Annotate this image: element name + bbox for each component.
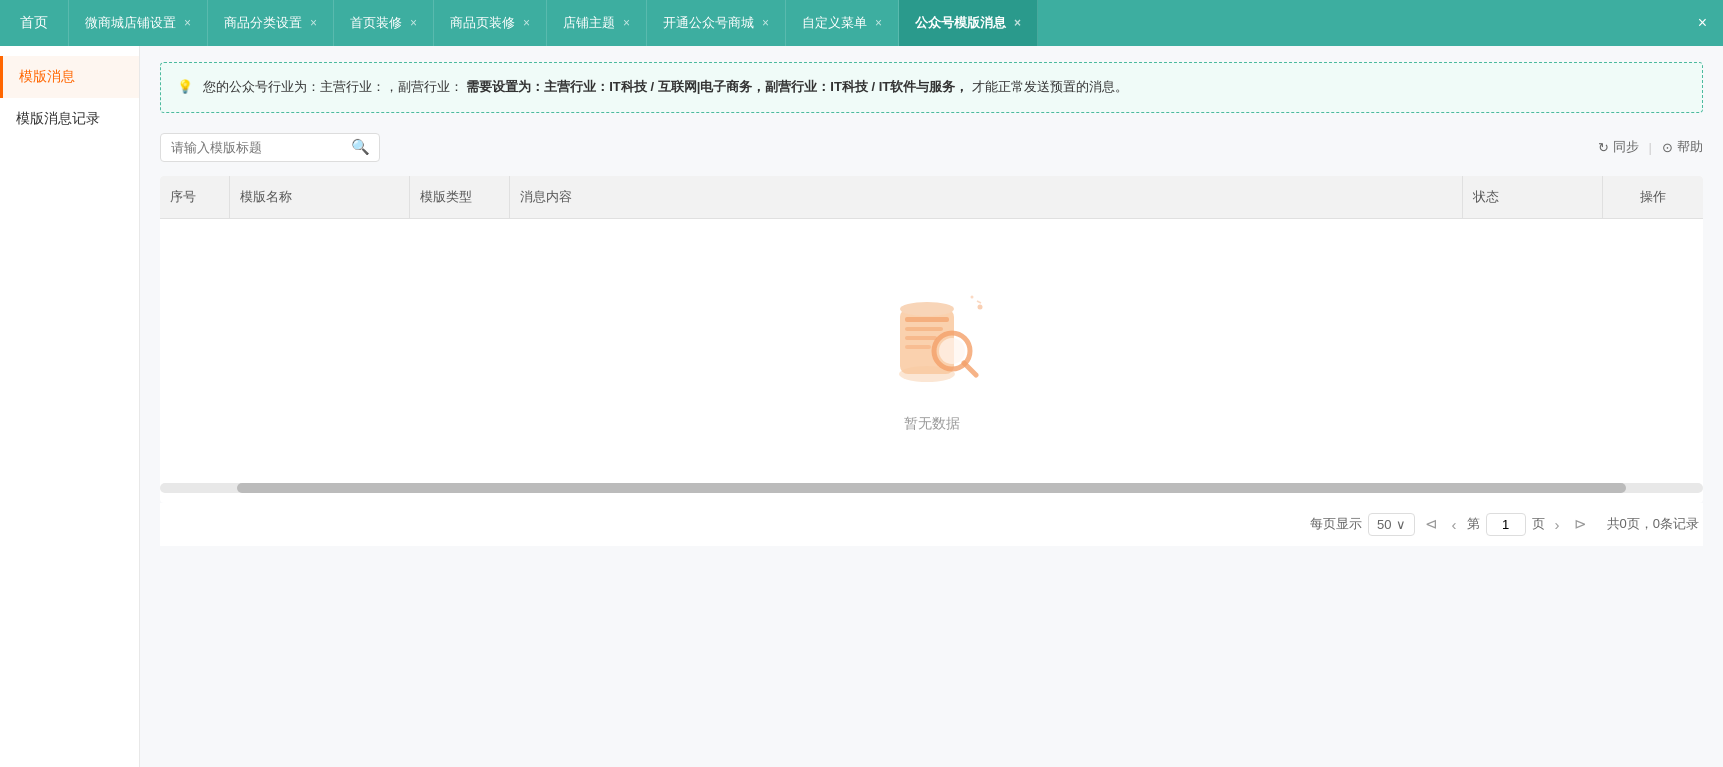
nav-tab-label-0: 微商城店铺设置	[85, 14, 176, 32]
per-page-select[interactable]: 50 ∨	[1368, 513, 1414, 536]
search-actions: ↻ 同步 | ⊙ 帮助	[1598, 138, 1703, 156]
nav-tab-3[interactable]: 商品页装修 ×	[434, 0, 547, 46]
nav-tab-close-1[interactable]: ×	[310, 16, 317, 30]
nav-tab-close-7[interactable]: ×	[1014, 16, 1021, 30]
svg-rect-4	[905, 336, 937, 340]
th-action-label: 操作	[1640, 189, 1666, 204]
global-close-button[interactable]: ×	[1682, 14, 1723, 32]
svg-rect-2	[905, 317, 949, 322]
table-wrap: 序号 模版名称 模版类型 消息内容 状态 操作	[160, 176, 1703, 503]
content-area: 💡 您的公众号行业为：主营行业：，副营行业： 需要设置为：主营行业：IT科技 /…	[140, 46, 1723, 767]
th-type-label: 模版类型	[420, 189, 472, 204]
th-seq-label: 序号	[170, 189, 196, 204]
th-action: 操作	[1603, 176, 1703, 218]
th-name-label: 模版名称	[240, 189, 292, 204]
help-label: 帮助	[1677, 138, 1703, 156]
svg-point-6	[900, 302, 954, 316]
sidebar-item-template-message[interactable]: 模版消息	[0, 56, 139, 98]
search-bar: 🔍 ↻ 同步 | ⊙ 帮助	[160, 133, 1703, 162]
nav-tab-close-5[interactable]: ×	[762, 16, 769, 30]
top-nav: 首页 微商城店铺设置 × 商品分类设置 × 首页装修 × 商品页装修 × 店铺主…	[0, 0, 1723, 46]
nav-tab-label-4: 店铺主题	[563, 14, 615, 32]
empty-illustration	[872, 279, 992, 399]
first-page-button[interactable]: ⊲	[1421, 513, 1442, 535]
sidebar: 模版消息 模版消息记录	[0, 46, 140, 767]
notice-prefix: 您的公众号行业为：主营行业：，副营行业：	[203, 79, 463, 94]
nav-tab-label-2: 首页装修	[350, 14, 402, 32]
nav-tab-close-4[interactable]: ×	[623, 16, 630, 30]
nav-tab-close-6[interactable]: ×	[875, 16, 882, 30]
help-icon: ⊙	[1662, 140, 1673, 155]
notice-icon: 💡	[177, 79, 193, 94]
svg-line-12	[977, 301, 981, 303]
nav-tab-label-7: 公众号模版消息	[915, 14, 1006, 32]
nav-tab-2[interactable]: 首页装修 ×	[334, 0, 434, 46]
search-input-wrap: 🔍	[160, 133, 380, 162]
sync-label: 同步	[1613, 138, 1639, 156]
nav-tab-5[interactable]: 开通公众号商城 ×	[647, 0, 786, 46]
th-type: 模版类型	[410, 176, 510, 218]
th-status: 状态	[1463, 176, 1603, 218]
notice-suffix: 才能正常发送预置的消息。	[972, 79, 1128, 94]
svg-rect-3	[905, 327, 943, 331]
th-content-label: 消息内容	[520, 189, 572, 204]
sidebar-item-label-1: 模版消息记录	[16, 110, 100, 126]
nav-tab-6[interactable]: 自定义菜单 ×	[786, 0, 899, 46]
main-layout: 模版消息 模版消息记录 💡 您的公众号行业为：主营行业：，副营行业： 需要设置为…	[0, 46, 1723, 767]
th-content: 消息内容	[510, 176, 1463, 218]
scroll-thumb	[237, 483, 1626, 493]
sync-icon: ↻	[1598, 140, 1609, 155]
th-seq: 序号	[160, 176, 230, 218]
divider: |	[1649, 140, 1652, 155]
sidebar-item-template-record[interactable]: 模版消息记录	[0, 98, 139, 140]
nav-tab-1[interactable]: 商品分类设置 ×	[208, 0, 334, 46]
chevron-down-icon: ∨	[1396, 517, 1406, 532]
nav-tab-close-0[interactable]: ×	[184, 16, 191, 30]
pagination: 每页显示 50 ∨ ⊲ ‹ 第 1 页 › ⊳ 共0页，0条记录	[160, 503, 1703, 546]
table-header: 序号 模版名称 模版类型 消息内容 状态 操作	[160, 176, 1703, 219]
th-status-label: 状态	[1473, 189, 1499, 204]
search-input[interactable]	[160, 133, 380, 162]
nav-tab-close-2[interactable]: ×	[410, 16, 417, 30]
page-unit: 页	[1532, 515, 1545, 533]
svg-point-10	[977, 304, 982, 309]
scroll-track[interactable]	[160, 483, 1703, 493]
nav-tab-label-6: 自定义菜单	[802, 14, 867, 32]
notice-box: 💡 您的公众号行业为：主营行业：，副营行业： 需要设置为：主营行业：IT科技 /…	[160, 62, 1703, 113]
empty-text: 暂无数据	[904, 415, 960, 433]
prev-page-button[interactable]: ‹	[1448, 514, 1461, 535]
th-name: 模版名称	[230, 176, 410, 218]
global-close-icon: ×	[1698, 14, 1707, 31]
nav-tab-7[interactable]: 公众号模版消息 ×	[899, 0, 1038, 46]
sidebar-item-label-0: 模版消息	[19, 68, 75, 84]
nav-home[interactable]: 首页	[0, 0, 69, 46]
svg-line-9	[964, 363, 976, 375]
nav-tab-0[interactable]: 微商城店铺设置 ×	[69, 0, 208, 46]
help-button[interactable]: ⊙ 帮助	[1662, 138, 1703, 156]
nav-tab-label-3: 商品页装修	[450, 14, 515, 32]
nav-tab-label-1: 商品分类设置	[224, 14, 302, 32]
per-page-label: 每页显示	[1310, 515, 1362, 533]
nav-tab-label-5: 开通公众号商城	[663, 14, 754, 32]
page-label: 第	[1467, 515, 1480, 533]
last-page-button[interactable]: ⊳	[1570, 513, 1591, 535]
total-info: 共0页，0条记录	[1607, 515, 1699, 533]
nav-tab-4[interactable]: 店铺主题 ×	[547, 0, 647, 46]
home-label: 首页	[20, 14, 48, 32]
next-page-button[interactable]: ›	[1551, 514, 1564, 535]
empty-state: 暂无数据	[160, 219, 1703, 473]
nav-tab-close-3[interactable]: ×	[523, 16, 530, 30]
svg-rect-5	[905, 345, 931, 349]
notice-highlight: 需要设置为：主营行业：IT科技 / 互联网|电子商务，副营行业：IT科技 / I…	[466, 79, 968, 94]
svg-point-11	[970, 295, 973, 298]
sync-button[interactable]: ↻ 同步	[1598, 138, 1639, 156]
search-icon[interactable]: 🔍	[351, 138, 370, 156]
svg-point-8	[939, 338, 965, 364]
page-number-input[interactable]: 1	[1486, 513, 1526, 536]
per-page-value: 50	[1377, 517, 1391, 532]
